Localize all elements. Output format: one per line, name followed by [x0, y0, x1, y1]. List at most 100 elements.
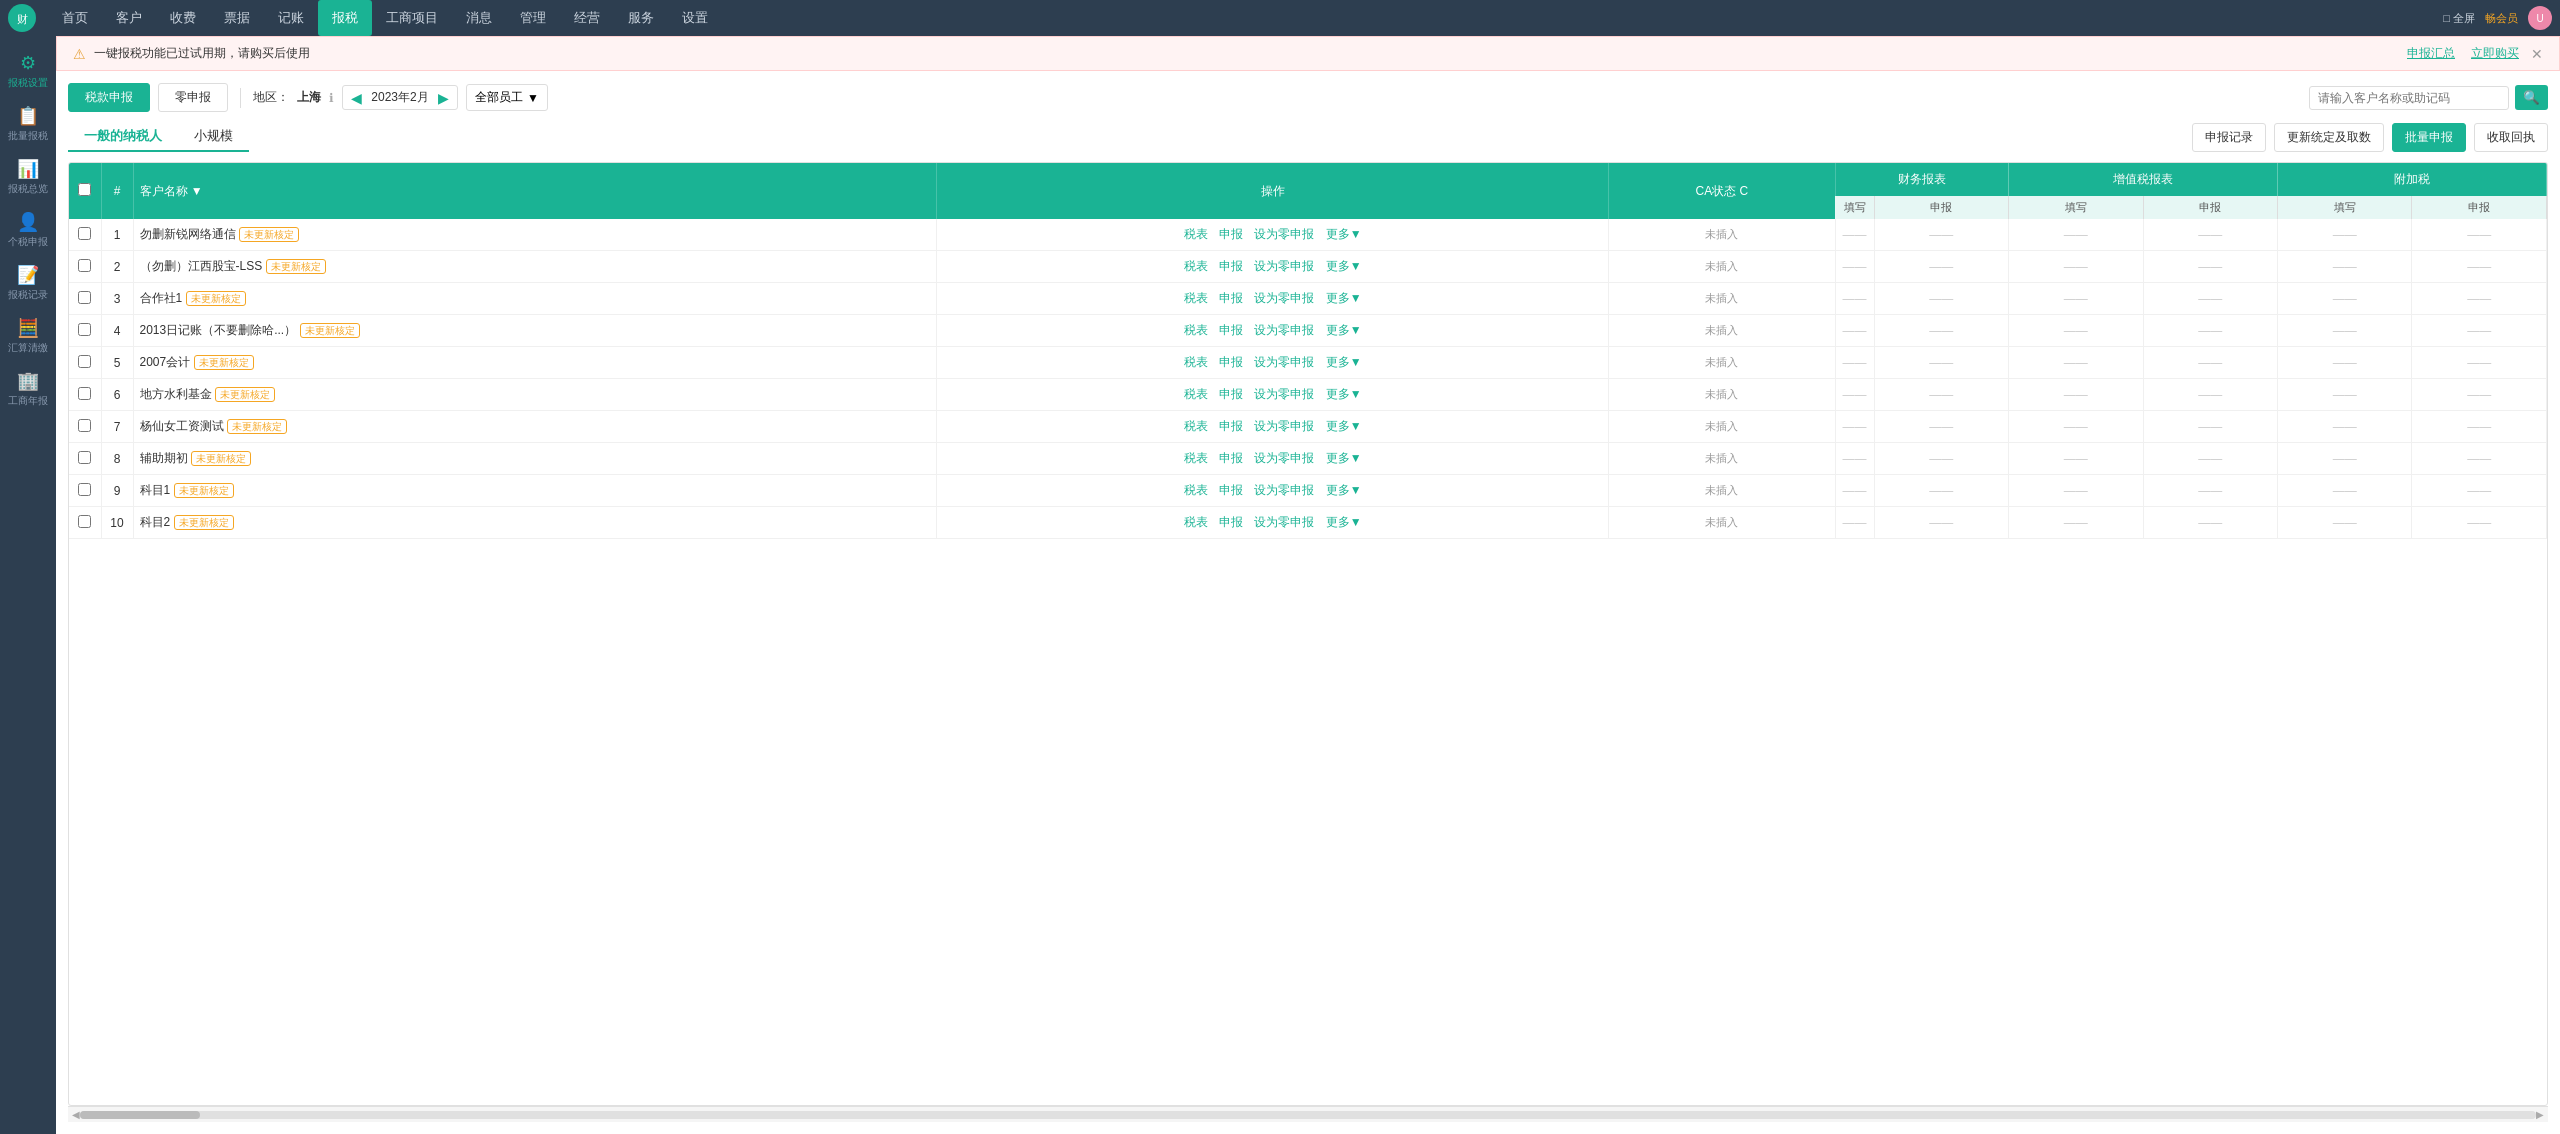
row-actions: 税表 申报 设为零申报 更多▼: [937, 347, 1609, 379]
action-more[interactable]: 更多▼: [1326, 387, 1362, 401]
nav-fee[interactable]: 收费: [156, 0, 210, 36]
banner-link-buy[interactable]: 立即购买: [2471, 45, 2519, 62]
action-declare[interactable]: 申报: [1219, 451, 1243, 465]
row-checkbox[interactable]: [78, 483, 91, 496]
action-zero-declare[interactable]: 设为零申报: [1254, 387, 1314, 401]
sidebar-item-personal-tax[interactable]: 👤 个税申报: [0, 203, 56, 256]
scroll-track[interactable]: [80, 1111, 2536, 1119]
nav-invoice[interactable]: 票据: [210, 0, 264, 36]
nav-operation[interactable]: 经营: [560, 0, 614, 36]
scroll-right-arrow[interactable]: ▶: [2536, 1109, 2544, 1120]
nav-bookkeeping[interactable]: 记账: [264, 0, 318, 36]
action-zero-declare[interactable]: 设为零申报: [1254, 323, 1314, 337]
nav-business[interactable]: 工商项目: [372, 0, 452, 36]
action-zero-declare[interactable]: 设为零申报: [1254, 259, 1314, 273]
nav-message[interactable]: 消息: [452, 0, 506, 36]
sidebar-item-tax-records[interactable]: 📝 报税记录: [0, 256, 56, 309]
fullscreen-btn[interactable]: □ 全屏: [2443, 11, 2475, 26]
nav-service[interactable]: 服务: [614, 0, 668, 36]
row-vat-declare: ——: [2143, 411, 2277, 443]
action-taxform[interactable]: 税表: [1184, 291, 1208, 305]
banner-link-report[interactable]: 申报汇总: [2407, 45, 2455, 62]
action-more[interactable]: 更多▼: [1326, 515, 1362, 529]
search-input[interactable]: [2309, 86, 2509, 110]
action-taxform[interactable]: 税表: [1184, 483, 1208, 497]
action-taxform[interactable]: 税表: [1184, 419, 1208, 433]
horizontal-scrollbar[interactable]: ◀ ▶: [68, 1106, 2548, 1122]
row-checkbox[interactable]: [78, 419, 91, 432]
row-checkbox[interactable]: [78, 323, 91, 336]
scroll-left-arrow[interactable]: ◀: [72, 1109, 80, 1120]
type-tab-small[interactable]: 小规模: [178, 122, 249, 152]
action-more[interactable]: 更多▼: [1326, 451, 1362, 465]
row-checkbox[interactable]: [78, 291, 91, 304]
action-taxform[interactable]: 税表: [1184, 323, 1208, 337]
action-declare[interactable]: 申报: [1219, 291, 1243, 305]
action-zero-declare[interactable]: 设为零申报: [1254, 355, 1314, 369]
action-more[interactable]: 更多▼: [1326, 323, 1362, 337]
action-declare[interactable]: 申报: [1219, 419, 1243, 433]
select-all-checkbox[interactable]: [78, 183, 91, 196]
nav-tax[interactable]: 报税: [318, 0, 372, 36]
action-more[interactable]: 更多▼: [1326, 227, 1362, 241]
search-button[interactable]: 🔍: [2515, 85, 2548, 110]
tab-tax-declare[interactable]: 税款申报: [68, 83, 150, 112]
ca-info-icon[interactable]: C: [1740, 184, 1749, 198]
nav-client[interactable]: 客户: [102, 0, 156, 36]
date-prev-btn[interactable]: ◀: [351, 90, 362, 106]
date-next-btn[interactable]: ▶: [438, 90, 449, 106]
type-tab-general[interactable]: 一般的纳税人: [68, 122, 178, 152]
action-taxform[interactable]: 税表: [1184, 259, 1208, 273]
declare-record-btn[interactable]: 申报记录: [2192, 123, 2266, 152]
action-more[interactable]: 更多▼: [1326, 259, 1362, 273]
action-more[interactable]: 更多▼: [1326, 483, 1362, 497]
sidebar-item-tax-overview[interactable]: 📊 报税总览: [0, 150, 56, 203]
action-zero-declare[interactable]: 设为零申报: [1254, 291, 1314, 305]
sidebar-item-tax-settings[interactable]: ⚙ 报税设置: [0, 44, 56, 97]
action-declare[interactable]: 申报: [1219, 387, 1243, 401]
region-info-icon[interactable]: ℹ: [329, 91, 334, 105]
withdraw-btn[interactable]: 收取回执: [2474, 123, 2548, 152]
batch-declare-btn[interactable]: 批量申报: [2392, 123, 2466, 152]
action-taxform[interactable]: 税表: [1184, 515, 1208, 529]
action-zero-declare[interactable]: 设为零申报: [1254, 227, 1314, 241]
nav-settings[interactable]: 设置: [668, 0, 722, 36]
action-zero-declare[interactable]: 设为零申报: [1254, 483, 1314, 497]
action-zero-declare[interactable]: 设为零申报: [1254, 451, 1314, 465]
tab-zero-declare[interactable]: 零申报: [158, 83, 228, 112]
staff-dropdown[interactable]: 全部员工 ▼: [466, 84, 548, 111]
action-taxform[interactable]: 税表: [1184, 451, 1208, 465]
sidebar-item-batch-tax[interactable]: 📋 批量报税: [0, 97, 56, 150]
action-declare[interactable]: 申报: [1219, 259, 1243, 273]
action-declare[interactable]: 申报: [1219, 515, 1243, 529]
action-taxform[interactable]: 税表: [1184, 387, 1208, 401]
action-more[interactable]: 更多▼: [1326, 355, 1362, 369]
sidebar-item-calc-clear[interactable]: 🧮 汇算清缴: [0, 309, 56, 362]
action-declare[interactable]: 申报: [1219, 227, 1243, 241]
row-checkbox[interactable]: [78, 355, 91, 368]
row-vat-fill: ——: [2009, 315, 2143, 347]
action-more[interactable]: 更多▼: [1326, 419, 1362, 433]
update-stats-btn[interactable]: 更新统定及取数: [2274, 123, 2384, 152]
nav-home[interactable]: 首页: [48, 0, 102, 36]
banner-close-btn[interactable]: ✕: [2531, 46, 2543, 62]
action-more[interactable]: 更多▼: [1326, 291, 1362, 305]
row-checkbox[interactable]: [78, 387, 91, 400]
action-taxform[interactable]: 税表: [1184, 355, 1208, 369]
nav-manage[interactable]: 管理: [506, 0, 560, 36]
action-zero-declare[interactable]: 设为零申报: [1254, 515, 1314, 529]
row-checkbox[interactable]: [78, 259, 91, 272]
row-checkbox[interactable]: [78, 451, 91, 464]
vip-btn[interactable]: 畅会员: [2485, 11, 2518, 26]
action-declare[interactable]: 申报: [1219, 483, 1243, 497]
action-taxform[interactable]: 税表: [1184, 227, 1208, 241]
row-checkbox[interactable]: [78, 515, 91, 528]
sort-icon[interactable]: ▼: [191, 184, 203, 198]
action-declare[interactable]: 申报: [1219, 323, 1243, 337]
scroll-thumb[interactable]: [80, 1111, 200, 1119]
action-declare[interactable]: 申报: [1219, 355, 1243, 369]
sidebar-item-business-report[interactable]: 🏢 工商年报: [0, 362, 56, 415]
row-index: 10: [101, 507, 133, 539]
action-zero-declare[interactable]: 设为零申报: [1254, 419, 1314, 433]
row-checkbox[interactable]: [78, 227, 91, 240]
